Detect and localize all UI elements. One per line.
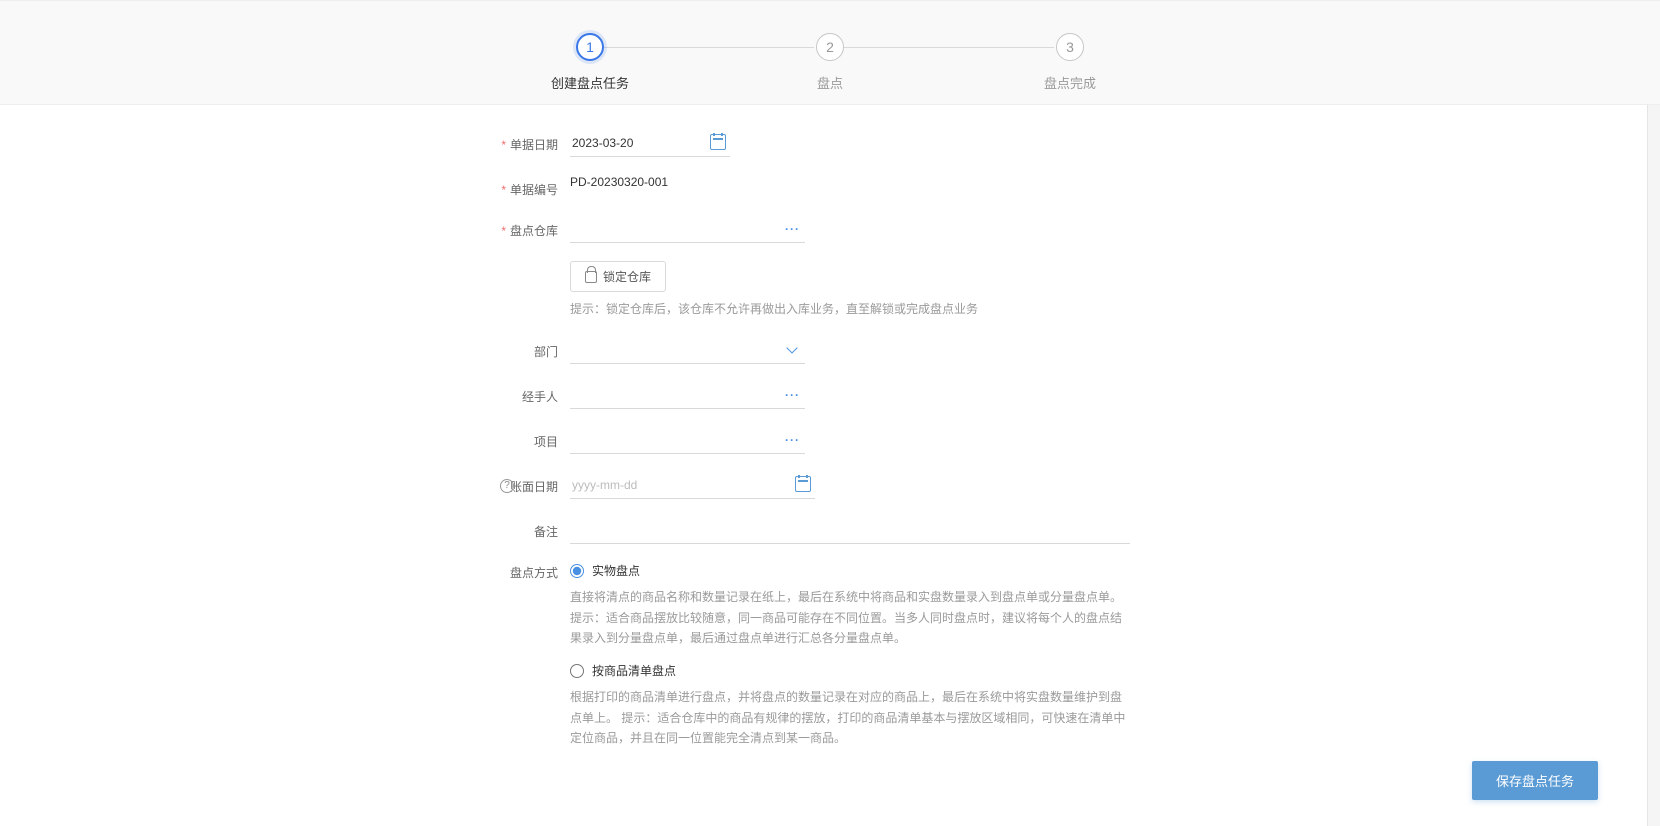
row-warehouse: 盘点仓库 ··· bbox=[480, 216, 1160, 243]
radio-physical-desc: 直接将清点的商品名称和数量记录在纸上，最后在系统中将商品和实盘数量录入到盘点单或… bbox=[570, 587, 1130, 648]
row-book-date: ? 账面日期 bbox=[480, 472, 1160, 499]
lock-icon bbox=[585, 271, 597, 283]
calendar-icon[interactable] bbox=[795, 476, 811, 492]
step-1-circle: 1 bbox=[576, 33, 604, 61]
step-1: 1 创建盘点任务 bbox=[470, 33, 710, 92]
book-date-input[interactable] bbox=[570, 472, 815, 499]
row-remark: 备注 bbox=[480, 517, 1160, 544]
label-project: 项目 bbox=[480, 427, 570, 450]
radio-by-list-input[interactable] bbox=[570, 664, 584, 678]
lock-button-label: 锁定仓库 bbox=[603, 268, 651, 285]
doc-date-input[interactable] bbox=[570, 130, 730, 157]
step-1-label: 创建盘点任务 bbox=[551, 73, 629, 92]
radio-physical-input[interactable] bbox=[570, 564, 584, 578]
chevron-down-icon[interactable] bbox=[785, 341, 801, 357]
step-3-label: 盘点完成 bbox=[1044, 73, 1096, 92]
handler-input[interactable] bbox=[570, 382, 805, 409]
row-handler: 经手人 ··· bbox=[480, 382, 1160, 409]
row-project: 项目 ··· bbox=[480, 427, 1160, 454]
label-lock-empty bbox=[480, 261, 570, 267]
row-department: 部门 bbox=[480, 337, 1160, 364]
ellipsis-icon[interactable]: ··· bbox=[785, 222, 801, 238]
label-book-date: ? 账面日期 bbox=[480, 472, 570, 495]
save-task-button[interactable]: 保存盘点任务 bbox=[1472, 761, 1598, 800]
label-handler: 经手人 bbox=[480, 382, 570, 405]
department-input[interactable] bbox=[570, 337, 805, 364]
label-doc-date: 单据日期 bbox=[480, 130, 570, 153]
label-doc-no: 单据编号 bbox=[480, 175, 570, 198]
row-lock: 锁定仓库 提示：锁定仓库后，该仓库不允许再做出入库业务，直至解锁或完成盘点业务 bbox=[480, 261, 1160, 319]
form-scroll-area[interactable]: 单据日期 单据编号 PD-20230320-001 盘点仓库 ··· bbox=[0, 130, 1660, 766]
step-line-2 bbox=[844, 47, 1054, 48]
row-doc-date: 单据日期 bbox=[480, 130, 1160, 157]
calendar-icon[interactable] bbox=[710, 134, 726, 150]
lock-warehouse-button[interactable]: 锁定仓库 bbox=[570, 261, 666, 292]
label-department: 部门 bbox=[480, 337, 570, 360]
label-book-date-text: 账面日期 bbox=[510, 480, 558, 494]
radio-physical-count[interactable]: 实物盘点 bbox=[570, 562, 1130, 579]
step-2: 2 盘点 bbox=[710, 33, 950, 92]
step-2-label: 盘点 bbox=[817, 73, 843, 92]
warehouse-input[interactable] bbox=[570, 216, 805, 243]
remark-input[interactable] bbox=[570, 517, 1130, 544]
ellipsis-icon[interactable]: ··· bbox=[785, 388, 801, 404]
radio-by-list-desc: 根据打印的商品清单进行盘点，并将盘点的数量记录在对应的商品上，最后在系统中将实盘… bbox=[570, 687, 1130, 748]
label-warehouse: 盘点仓库 bbox=[480, 216, 570, 239]
radio-by-list[interactable]: 按商品清单盘点 bbox=[570, 662, 1130, 679]
label-remark: 备注 bbox=[480, 517, 570, 540]
row-doc-no: 单据编号 PD-20230320-001 bbox=[480, 175, 1160, 198]
help-icon[interactable]: ? bbox=[500, 479, 514, 493]
project-input[interactable] bbox=[570, 427, 805, 454]
footer-actions: 保存盘点任务 bbox=[1472, 761, 1598, 800]
lock-hint-text: 提示：锁定仓库后，该仓库不允许再做出入库业务，直至解锁或完成盘点业务 bbox=[570, 300, 1130, 319]
doc-no-value: PD-20230320-001 bbox=[570, 175, 668, 189]
step-line-1 bbox=[604, 47, 814, 48]
label-method: 盘点方式 bbox=[480, 562, 570, 581]
radio-by-list-label: 按商品清单盘点 bbox=[592, 662, 676, 679]
step-2-circle: 2 bbox=[816, 33, 844, 61]
radio-physical-label: 实物盘点 bbox=[592, 562, 640, 579]
steps-bar: 1 创建盘点任务 2 盘点 3 盘点完成 bbox=[0, 0, 1660, 105]
step-3-circle: 3 bbox=[1056, 33, 1084, 61]
row-method: 盘点方式 实物盘点 直接将清点的商品名称和数量记录在纸上，最后在系统中将商品和实… bbox=[480, 562, 1160, 762]
step-3: 3 盘点完成 bbox=[950, 33, 1190, 92]
ellipsis-icon[interactable]: ··· bbox=[785, 433, 801, 449]
